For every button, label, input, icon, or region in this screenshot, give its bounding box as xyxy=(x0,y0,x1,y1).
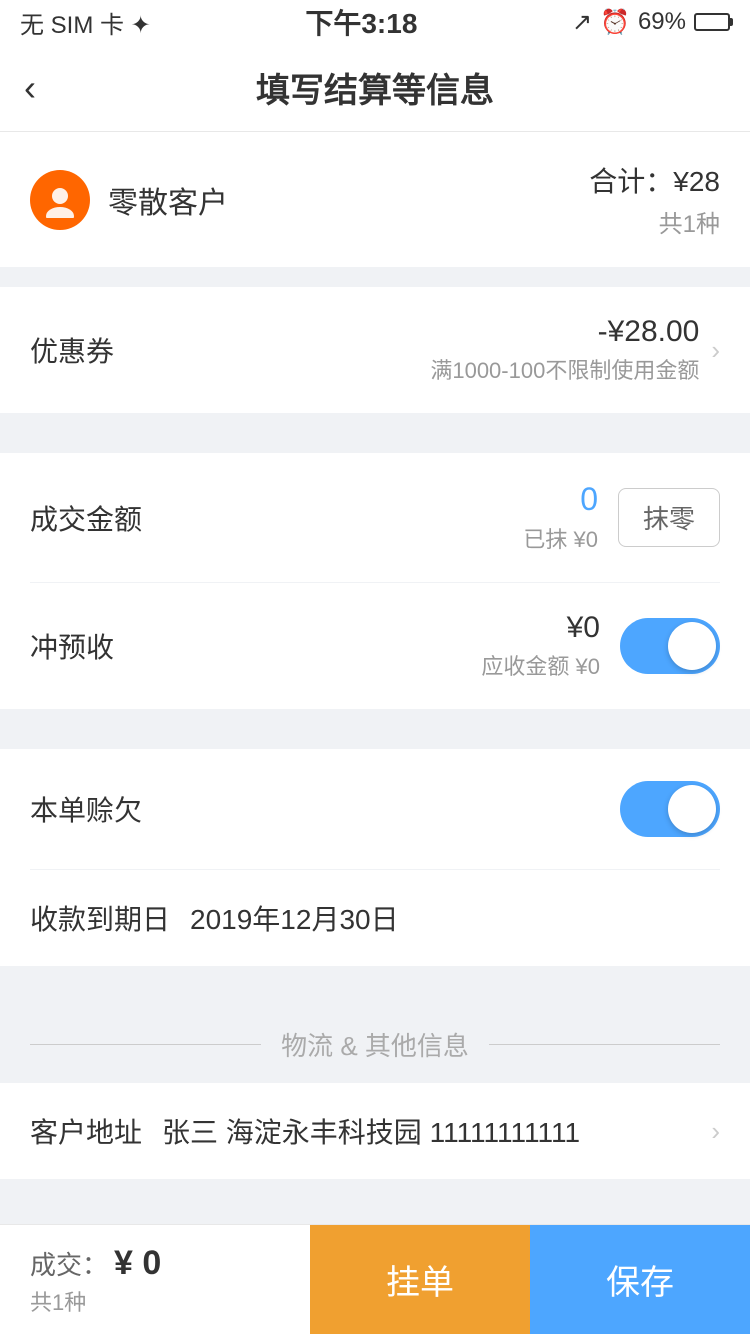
coupon-row[interactable]: 优惠券 -¥28.00 满1000-100不限制使用金额 › xyxy=(0,287,750,413)
address-card: 客户地址 张三 海淀永丰科技园 11111111111 › xyxy=(0,1083,750,1179)
address-row[interactable]: 客户地址 张三 海淀永丰科技园 11111111111 › xyxy=(0,1083,750,1179)
prepay-sub: 应收金额 ¥0 xyxy=(481,649,600,681)
due-date-row: 收款到期日 2019年12月30日 xyxy=(0,870,750,966)
due-date-label: 收款到期日 xyxy=(30,898,170,938)
customer-card: 零散客户 合计：¥28 共1种 xyxy=(0,132,750,267)
deal-amount-label: 成交金额 xyxy=(30,498,142,538)
prepay-amount-block: ¥0 应收金额 ¥0 xyxy=(481,611,600,681)
logistics-divider: 物流 & 其他信息 xyxy=(0,1006,750,1083)
coupon-desc: 满1000-100不限制使用金额 xyxy=(430,353,699,385)
content: 零散客户 合计：¥28 共1种 优惠券 -¥28.00 满1000-100不限制… xyxy=(0,132,750,1319)
status-left: 无 SIM 卡 ✦ xyxy=(20,5,151,40)
prepay-label: 冲预收 xyxy=(30,626,114,666)
total-count: 共1种 xyxy=(589,204,720,239)
bottom-bar: 成交： ¥ 0 共1种 挂单 保存 xyxy=(0,1224,750,1334)
coupon-label: 优惠券 xyxy=(30,330,114,370)
prepay-right: ¥0 应收金额 ¥0 xyxy=(481,611,720,681)
battery-percent: 69% xyxy=(638,8,686,36)
coupon-card: 优惠券 -¥28.00 满1000-100不限制使用金额 › xyxy=(0,287,750,413)
hang-button[interactable]: 挂单 xyxy=(310,1225,530,1334)
bottom-deal-label: 成交： xyxy=(30,1245,108,1282)
address-label: 客户地址 xyxy=(30,1111,142,1151)
status-right: ↗ ⏰ 69% xyxy=(572,8,730,37)
status-time: 下午3:18 xyxy=(305,2,417,42)
customer-name: 零散客户 xyxy=(108,178,228,222)
round-zero-button[interactable]: 抹零 xyxy=(618,488,720,547)
address-value: 张三 海淀永丰科技园 11111111111 xyxy=(162,1111,711,1151)
page-title: 填写结算等信息 xyxy=(256,63,494,112)
bottom-amount: ¥ 0 xyxy=(114,1244,161,1283)
section-gap-1 xyxy=(0,433,750,453)
customer-left: 零散客户 xyxy=(30,170,228,230)
avatar xyxy=(30,170,90,230)
section-gap-2 xyxy=(0,729,750,749)
prepay-amount: ¥0 xyxy=(481,611,600,645)
alarm-icon: ⏰ xyxy=(600,8,630,37)
deal-amount-row: 成交金额 0 已抹 ¥0 抹零 xyxy=(0,453,750,582)
logistics-line-right xyxy=(489,1044,720,1045)
logistics-line-left xyxy=(30,1044,261,1045)
debit-label: 本单赊欠 xyxy=(30,789,142,829)
debit-toggle[interactable] xyxy=(620,781,720,837)
status-bar: 无 SIM 卡 ✦ 下午3:18 ↗ ⏰ 69% xyxy=(0,0,750,44)
deal-amount-value[interactable]: 0 xyxy=(523,481,598,518)
save-label: 保存 xyxy=(606,1255,674,1304)
save-button[interactable]: 保存 xyxy=(530,1225,750,1334)
sim-label: 无 SIM 卡 ✦ xyxy=(20,5,151,40)
customer-total: 合计：¥28 共1种 xyxy=(589,160,720,239)
deal-amount-block: 0 已抹 ¥0 xyxy=(523,481,598,554)
prepay-toggle-thumb xyxy=(668,622,716,670)
coupon-info: -¥28.00 满1000-100不限制使用金额 xyxy=(430,315,699,385)
address-chevron-icon: › xyxy=(711,1116,720,1147)
deal-amount-sub: 已抹 ¥0 xyxy=(523,522,598,554)
section-gap-3 xyxy=(0,986,750,1006)
chevron-right-icon: › xyxy=(711,335,720,366)
total-amount: 合计：¥28 xyxy=(589,160,720,200)
coupon-discount: -¥28.00 xyxy=(430,315,699,349)
nav-bar: ‹ 填写结算等信息 xyxy=(0,44,750,132)
location-icon: ↗ xyxy=(572,8,592,37)
debit-card: 本单赊欠 收款到期日 2019年12月30日 xyxy=(0,749,750,966)
prepay-toggle[interactable] xyxy=(620,618,720,674)
back-button[interactable]: ‹ xyxy=(24,67,36,109)
prepay-row: 冲预收 ¥0 应收金额 ¥0 xyxy=(0,583,750,709)
logistics-label: 物流 & 其他信息 xyxy=(281,1026,469,1063)
customer-row: 零散客户 合计：¥28 共1种 xyxy=(0,132,750,267)
battery-icon xyxy=(694,13,730,31)
debit-row: 本单赊欠 xyxy=(0,749,750,869)
deal-amount-right: 0 已抹 ¥0 抹零 xyxy=(523,481,720,554)
debit-toggle-thumb xyxy=(668,785,716,833)
bottom-summary: 成交： ¥ 0 共1种 xyxy=(0,1242,310,1317)
deal-prepay-card: 成交金额 0 已抹 ¥0 抹零 冲预收 ¥0 应收金额 ¥0 xyxy=(0,453,750,709)
due-date-value[interactable]: 2019年12月30日 xyxy=(190,898,399,938)
hang-label: 挂单 xyxy=(386,1255,454,1304)
bottom-count: 共1种 xyxy=(30,1285,280,1317)
coupon-right: -¥28.00 满1000-100不限制使用金额 › xyxy=(430,315,720,385)
